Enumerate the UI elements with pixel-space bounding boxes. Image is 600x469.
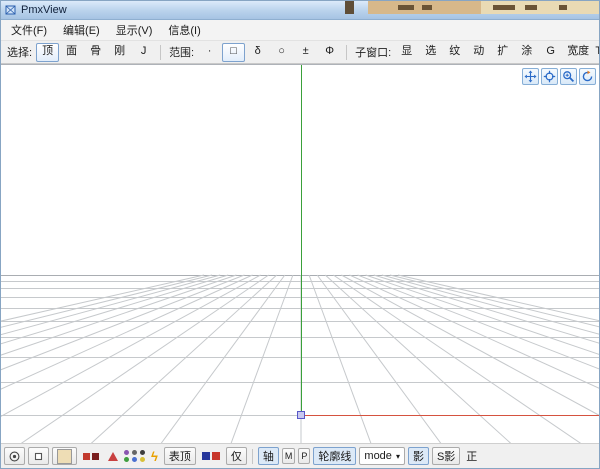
global-axis-toggle[interactable]: P [298,448,310,464]
axis-handle-toggle[interactable]: 轴 [258,447,279,465]
subwindow-width-button[interactable]: 宽度 [563,43,586,62]
background-window-fragment [481,1,600,14]
pmxview-window: PmxView 文件(F) 编辑(E) 显示(V) 信息(I) 选择: 顶 面 … [0,0,600,469]
range-point-button[interactable]: · [198,43,221,62]
background-window-fragment [345,1,354,14]
window-title: PmxView [21,4,67,16]
select-vertex-button[interactable]: 顶 [36,43,59,62]
pan-arrows-icon [524,70,537,83]
toolbar: 选择: 顶 面 骨 刚 J 范围: · □ δ ○ ± Φ 子窗口: 显 选 纹… [1,41,599,64]
select-label: 选择: [4,44,35,60]
range-label: 范围: [166,44,197,60]
menu-edit[interactable]: 编辑(E) [55,20,108,40]
show-vertex-toggle[interactable]: 表顶 [164,447,196,465]
outline-toggle[interactable]: 轮廓线 [313,447,356,465]
select-face-button[interactable]: 面 [60,43,83,62]
rotate-icon [581,70,594,83]
range-circle-button[interactable]: ○ [270,43,293,62]
point-display-toggle[interactable] [28,447,49,465]
small-square-icon [33,451,44,462]
front-culling-toggle[interactable]: 正 [463,448,480,464]
range-delta-button[interactable]: δ [246,43,269,62]
color-swatch [57,449,72,464]
mode-dropdown-label: mode [364,450,392,462]
view-nav-buttons [522,68,596,85]
subwindow-motion-button[interactable]: 动 [467,43,490,62]
material-color-button[interactable] [52,447,77,465]
subwindow-label: 子窗口: [352,44,394,60]
select-joint-button[interactable]: J [132,43,155,62]
subwindow-t-button[interactable]: T [587,43,600,62]
range-plusminus-button[interactable]: ± [294,43,317,62]
view-move-button[interactable] [541,68,558,85]
background-window-fragment [368,1,481,14]
select-bone-button[interactable]: 骨 [84,43,107,62]
select-rigid-button[interactable]: 刚 [108,43,131,62]
triangle-indicator[interactable] [105,452,121,461]
vertex-display-toggle[interactable] [4,447,25,465]
red-triangle-icon [108,452,118,461]
only-toggle[interactable]: 仅 [226,447,247,465]
mode-dropdown[interactable]: mode ▾ [359,447,405,465]
toolbar-separator [346,45,347,60]
selection-color-squares [199,452,223,460]
local-axis-toggle[interactable]: M [282,448,296,464]
subwindow-g-button[interactable]: G [539,43,562,62]
range-box-button[interactable]: □ [222,43,245,62]
subwindow-select-button[interactable]: 选 [419,43,442,62]
view-zoom-button[interactable] [560,68,577,85]
view-rotate-button[interactable] [579,68,596,85]
subwindow-expand-button[interactable]: 扩 [491,43,514,62]
menubar: 文件(F) 编辑(E) 显示(V) 信息(I) [1,20,599,41]
subwindow-paint-button[interactable]: 涂 [515,43,538,62]
origin-marker [298,412,305,419]
chevron-down-icon: ▾ [396,452,400,461]
menu-file[interactable]: 文件(F) [3,20,55,40]
menu-view[interactable]: 显示(V) [108,20,161,40]
statusbar-separator [252,449,253,464]
view-pan-button[interactable] [522,68,539,85]
crosshair-icon [543,70,556,83]
shadow-toggle[interactable]: 影 [408,447,429,465]
subwindow-texture-button[interactable]: 纹 [443,43,466,62]
statusbar: ϟ 表顶 仅 轴 M P 轮廓线 mode ▾ 影 S影 正 [1,443,599,468]
app-icon [5,4,17,16]
lightning-icon[interactable]: ϟ [148,450,161,463]
display-option-dots[interactable] [124,450,145,462]
menu-info[interactable]: 信息(I) [160,20,208,40]
vertex-color-indicators[interactable] [80,453,102,460]
grid-svg [1,65,599,443]
magnifier-icon [562,70,575,83]
viewport-3d[interactable] [1,64,599,443]
self-shadow-toggle[interactable]: S影 [432,447,460,465]
range-phi-button[interactable]: Φ [318,43,341,62]
subwindow-display-button[interactable]: 显 [395,43,418,62]
toolbar-separator [160,45,161,60]
circle-dot-icon [9,451,20,462]
